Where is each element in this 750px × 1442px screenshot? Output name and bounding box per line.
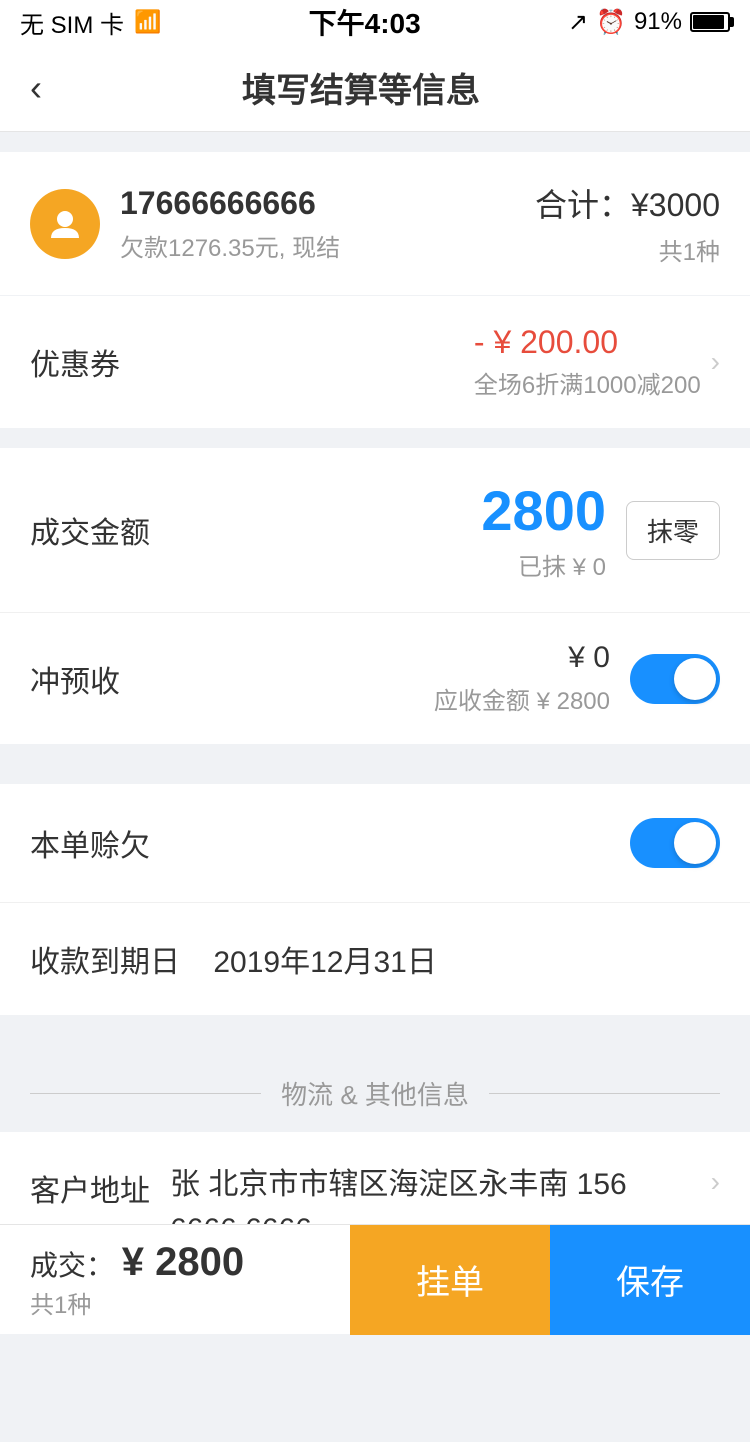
- alarm-icon: ⏰: [596, 8, 626, 37]
- due-date-label: 收款到期日 2019年12月31日: [30, 946, 437, 979]
- customer-right: 合计：¥3000 共1种: [535, 180, 720, 267]
- coupon-discount: - ¥ 200.00: [474, 324, 701, 361]
- bad-debt-row: 本单赊欠: [0, 784, 750, 902]
- status-right: ↗ ⏰ 91%: [568, 8, 730, 37]
- sim-status: 无 SIM 卡: [20, 5, 124, 40]
- logistics-header: 物流 & 其他信息: [0, 1055, 750, 1132]
- location-icon: ↗: [568, 8, 588, 37]
- coupon-info: - ¥ 200.00 全场6折满1000减200: [474, 324, 701, 400]
- customer-debt: 欠款1276.35元, 现结: [120, 228, 340, 263]
- due-date-value: 2019年12月31日: [213, 946, 436, 979]
- nav-bar: ‹ 填写结算等信息: [0, 44, 750, 132]
- prepay-right: ¥ 0 应收金额 ¥ 2800: [434, 641, 720, 716]
- address-chevron-icon: ›: [711, 1166, 720, 1198]
- bad-debt-toggle-knob: [674, 822, 716, 864]
- battery-percent: 91%: [634, 8, 682, 36]
- bad-debt-toggle[interactable]: [630, 818, 720, 868]
- bottom-summary: 成交： ¥ 2800 共1种: [0, 1240, 350, 1320]
- divider-3: [0, 1015, 750, 1035]
- page-title: 填写结算等信息: [62, 63, 660, 112]
- total-count: 共1种: [535, 232, 720, 267]
- customer-info: 17666666666 欠款1276.35元, 现结: [120, 185, 340, 263]
- logistics-label: 物流 & 其他信息: [261, 1075, 489, 1112]
- customer-left: 17666666666 欠款1276.35元, 现结: [30, 185, 340, 263]
- customer-card: 17666666666 欠款1276.35元, 现结 合计：¥3000 共1种: [0, 152, 750, 295]
- bad-debt-label: 本单赊欠: [30, 821, 150, 865]
- deal-amount-section: 成交金额 2800 已抹 ¥ 0 抹零 冲预收 ¥ 0 应收金额 ¥ 2800: [0, 448, 750, 744]
- prepay-label: 冲预收: [30, 657, 120, 701]
- status-left: 无 SIM 卡 📶: [20, 5, 161, 40]
- logistics-line-right: [489, 1093, 720, 1094]
- coupon-row[interactable]: 优惠券 - ¥ 200.00 全场6折满1000减200 ›: [0, 296, 750, 428]
- status-bar: 无 SIM 卡 📶 下午4:03 ↗ ⏰ 91%: [0, 0, 750, 44]
- amount-value-col: 2800 已抹 ¥ 0: [481, 478, 606, 582]
- amount-label: 成交金额: [30, 508, 150, 552]
- round-button[interactable]: 抹零: [626, 501, 720, 560]
- prepay-toggle[interactable]: [630, 654, 720, 704]
- deal-amount-value: 2800: [481, 478, 606, 543]
- bottom-summary-label: 成交：: [30, 1250, 114, 1281]
- coupon-desc: 全场6折满1000减200: [474, 365, 701, 400]
- back-button[interactable]: ‹: [30, 67, 62, 109]
- prepay-row: 冲预收 ¥ 0 应收金额 ¥ 2800: [0, 612, 750, 744]
- total-amount: 合计：¥3000: [535, 180, 720, 226]
- address-label: 客户地址: [30, 1166, 150, 1210]
- coupon-label: 优惠券: [30, 340, 120, 384]
- wifi-icon: 📶: [134, 9, 161, 35]
- logistics-line-left: [30, 1093, 261, 1094]
- divider-2: [0, 744, 750, 764]
- avatar: [30, 189, 100, 259]
- already-rounded: 已抹 ¥ 0: [481, 547, 606, 582]
- divider-1: [0, 428, 750, 448]
- prepay-values: ¥ 0 应收金额 ¥ 2800: [434, 641, 610, 716]
- hang-button[interactable]: 挂单: [350, 1225, 550, 1335]
- prepay-amount: ¥ 0: [434, 641, 610, 675]
- bottom-summary-row: 成交： ¥ 2800: [30, 1240, 320, 1285]
- bottom-summary-count: 共1种: [30, 1285, 320, 1320]
- bottom-bar: 成交： ¥ 2800 共1种 挂单 保存: [0, 1224, 750, 1334]
- save-button[interactable]: 保存: [550, 1225, 750, 1335]
- customer-phone: 17666666666: [120, 185, 340, 222]
- toggle-knob: [674, 658, 716, 700]
- bottom-summary-amount: ¥ 2800: [122, 1240, 244, 1284]
- coupon-chevron-icon: ›: [711, 346, 720, 378]
- receivable-amount: 应收金额 ¥ 2800: [434, 681, 610, 716]
- coupon-right: - ¥ 200.00 全场6折满1000减200 ›: [474, 324, 720, 400]
- amount-row: 成交金额 2800 已抹 ¥ 0 抹零: [0, 448, 750, 612]
- battery-icon: [690, 12, 730, 32]
- amount-right: 2800 已抹 ¥ 0 抹零: [481, 478, 720, 582]
- status-time: 下午4:03: [309, 2, 421, 42]
- due-date-row: 收款到期日 2019年12月31日: [0, 902, 750, 1015]
